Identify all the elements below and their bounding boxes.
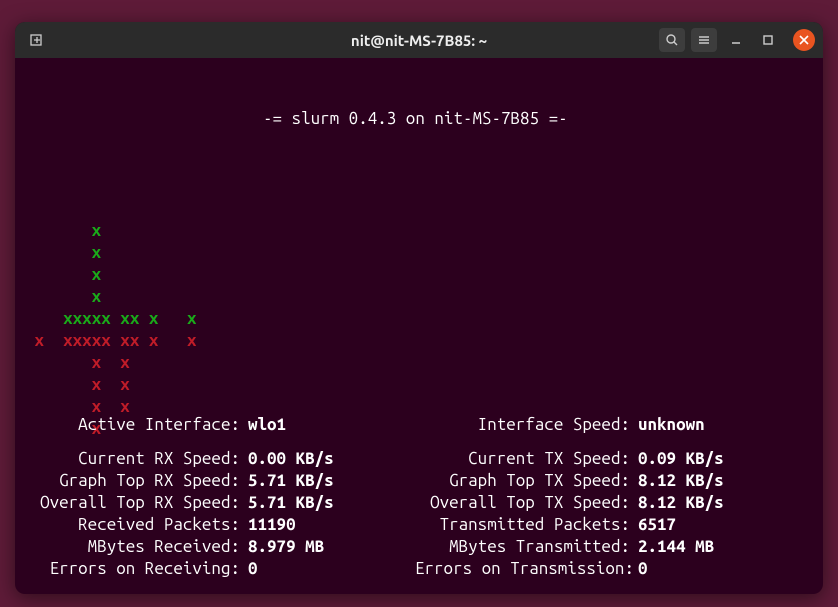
stat-label: Active Interface: (25, 414, 240, 436)
stat-value: 6517 (638, 514, 676, 536)
stat-label: Errors on Transmission: (415, 558, 630, 580)
stat-value: 0 (248, 558, 258, 580)
stats-row: Active Interface: wlo1 Interface Speed: unk… (25, 414, 813, 436)
stat-value: 5.71 KB/s (248, 470, 334, 492)
stats-row: Overall Top RX Speed: 5.71 KB/s Overall To… (25, 492, 813, 514)
terminal-content: -= slurm 0.4.3 on nit-MS-7B85 =- x x x x… (15, 58, 823, 594)
stat-label: Overall Top RX Speed: (25, 492, 240, 514)
stat-value: 8.12 KB/s (638, 492, 724, 514)
search-button[interactable] (659, 28, 685, 52)
graph-row: x x (25, 352, 813, 374)
stat-value: wlo1 (248, 414, 286, 436)
stats-row: MBytes Received: 8.979 MB MBytes Transmitt… (25, 536, 813, 558)
graph-row: xxxxx xx x x (25, 308, 813, 330)
stats-row: Current RX Speed: 0.00 KB/s Current TX Spe… (25, 448, 813, 470)
stat-label: Current TX Speed: (415, 448, 630, 470)
new-tab-button[interactable] (23, 28, 51, 52)
stat-label: Overall Top TX Speed: (415, 492, 630, 514)
stat-value: 8.12 KB/s (638, 470, 724, 492)
graph-row: x x (25, 374, 813, 396)
stat-label: Graph Top TX Speed: (415, 470, 630, 492)
stat-label: MBytes Received: (25, 536, 240, 558)
stat-label: Current RX Speed: (25, 448, 240, 470)
minimize-button[interactable] (723, 28, 749, 52)
stats-row: Errors on Receiving: 0 Errors on Transmiss… (25, 558, 813, 580)
stats-row: Received Packets: 11190 Transmitted Packet… (25, 514, 813, 536)
stat-label: Received Packets: (25, 514, 240, 536)
stat-label: MBytes Transmitted: (415, 536, 630, 558)
stats-row: Graph Top RX Speed: 5.71 KB/s Graph Top TX… (25, 470, 813, 492)
stats-block: Active Interface: wlo1 Interface Speed: unk… (25, 414, 813, 580)
stat-value: 5.71 KB/s (248, 492, 334, 514)
stat-value: 8.979 MB (248, 536, 324, 558)
graph-row: x (25, 242, 813, 264)
stat-label: Errors on Receiving: (25, 558, 240, 580)
graph-row: x xxxxx xx x x (25, 330, 813, 352)
stat-value: 0 (638, 558, 648, 580)
stat-value: 2.144 MB (638, 536, 714, 558)
menu-button[interactable] (691, 28, 717, 52)
maximize-button[interactable] (755, 28, 781, 52)
close-button[interactable] (793, 29, 815, 51)
graph-row: x (25, 264, 813, 286)
titlebar-controls (659, 28, 823, 52)
graph-row: x (25, 286, 813, 308)
graph-row: x (25, 220, 813, 242)
stat-label: Graph Top RX Speed: (25, 470, 240, 492)
stat-value: unknown (638, 414, 705, 436)
stat-value: 0.09 KB/s (638, 448, 724, 470)
stat-value: 11190 (248, 514, 296, 536)
stat-label: Transmitted Packets: (415, 514, 630, 536)
slurm-header: -= slurm 0.4.3 on nit-MS-7B85 =- (25, 108, 813, 130)
stat-label: Interface Speed: (415, 414, 630, 436)
stat-value: 0.00 KB/s (248, 448, 334, 470)
traffic-graph: x x x x xxxxx xx x x x xxxxx xx x x x x … (25, 220, 813, 440)
terminal-window: nit@nit-MS-7B85: ~ -= slurm 0.4.3 on ni (15, 22, 823, 594)
titlebar: nit@nit-MS-7B85: ~ (15, 22, 823, 58)
